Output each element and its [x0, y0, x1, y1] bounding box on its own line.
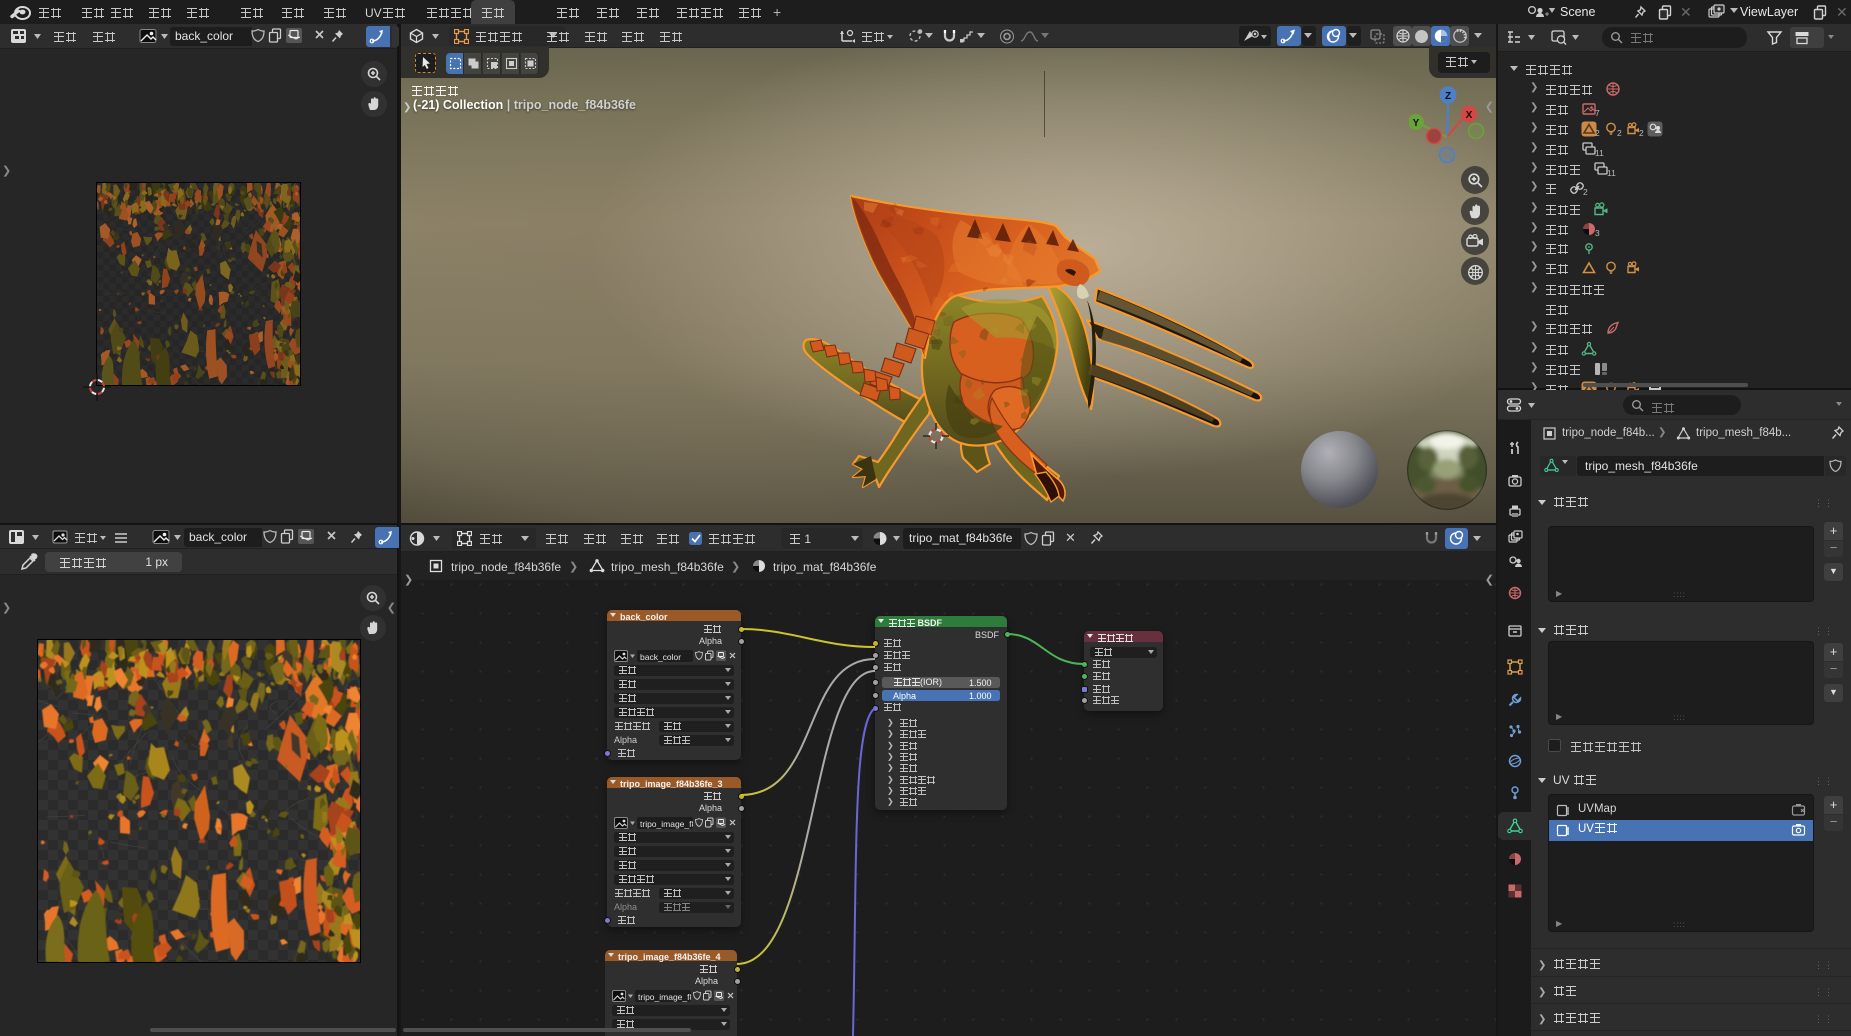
- svg-text:Z: Z: [1445, 91, 1451, 102]
- svg-text:X: X: [1466, 110, 1473, 121]
- svg-text:Y: Y: [1413, 118, 1420, 129]
